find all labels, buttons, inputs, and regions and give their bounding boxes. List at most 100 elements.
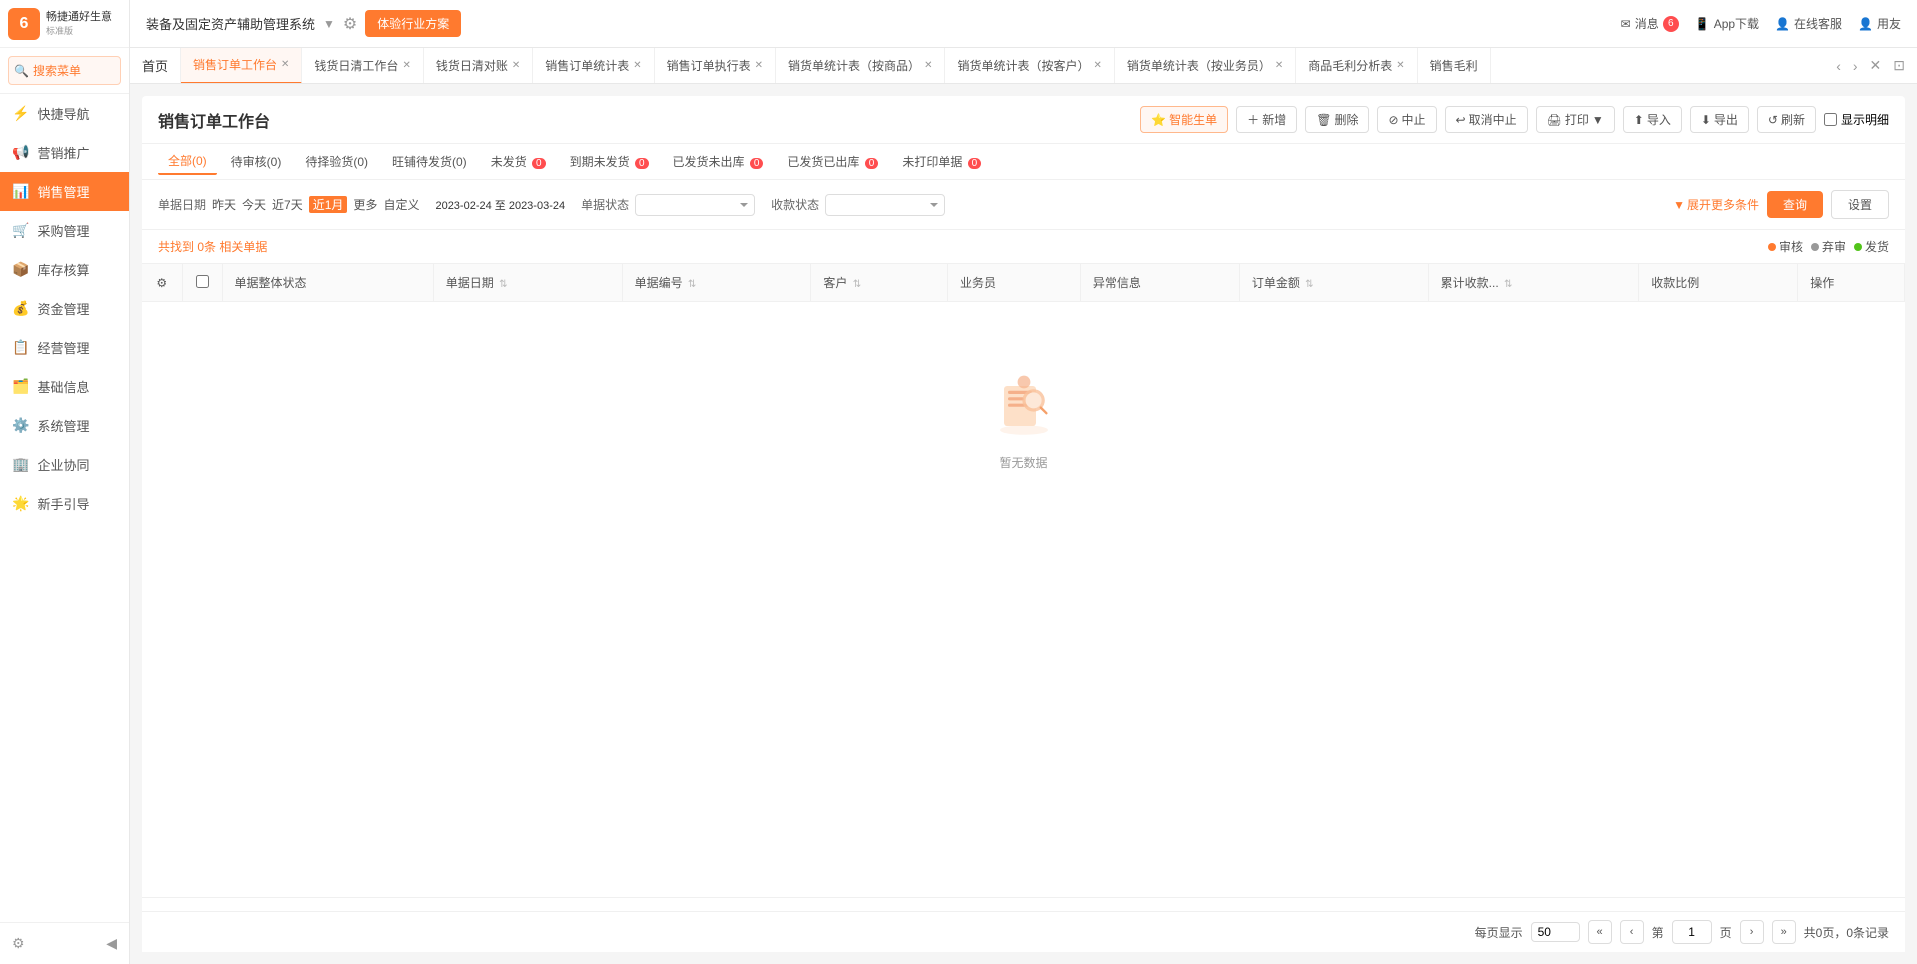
sub-tab-not-printed[interactable]: 未打印单据 0 [892, 149, 991, 174]
show-detail-checkbox[interactable] [1824, 113, 1837, 126]
th-ratio[interactable]: 收款比例 [1639, 264, 1798, 302]
sidebar-collapse-button[interactable]: ◀ [102, 931, 121, 956]
sub-tab-shipped-out[interactable]: 已发货已出库 0 [777, 149, 888, 174]
tab-sales-summary-product[interactable]: 销货单统计表（按商品） ✕ [776, 48, 945, 84]
refresh-button[interactable]: ↺ 刷新 [1757, 106, 1816, 133]
review-button[interactable]: 审核 [1768, 238, 1803, 255]
tab-product-margin-close[interactable]: ✕ [1396, 60, 1404, 71]
ship-button[interactable]: 发货 [1854, 238, 1889, 255]
expand-conditions-button[interactable]: ▼ 展开更多条件 [1673, 196, 1759, 213]
cancel-stop-button[interactable]: ↩ 取消中止 [1445, 106, 1528, 133]
cancel-review-button[interactable]: 弃审 [1811, 238, 1846, 255]
export-button[interactable]: ⬇ 导出 [1690, 106, 1749, 133]
tab-sales-gross[interactable]: 销售毛利 [1418, 48, 1491, 84]
tab-sales-workbench[interactable]: 销售订单工作台 ✕ [181, 48, 302, 84]
import-button[interactable]: ⬆ 导入 [1623, 106, 1682, 133]
last-page-button[interactable]: » [1772, 920, 1796, 944]
sidebar-item-basic-info[interactable]: 🗂️ 基础信息 [0, 367, 129, 406]
sidebar-item-new-guide[interactable]: 🌟 新手引导 [0, 484, 129, 523]
tab-cash-reconcile[interactable]: 钱货日清对账 ✕ [424, 48, 533, 84]
delete-button[interactable]: 🗑 删除 [1305, 106, 1369, 133]
prev-page-button[interactable]: ‹ [1620, 920, 1644, 944]
th-date[interactable]: 单据日期 ⇅ [433, 264, 622, 302]
sub-tab-pending-review[interactable]: 待审核(0) [221, 149, 292, 174]
date-today[interactable]: 今天 [242, 196, 266, 213]
next-page-button[interactable]: › [1740, 920, 1764, 944]
tab-sales-exec[interactable]: 销售订单执行表 ✕ [655, 48, 776, 84]
tab-sales-summary-staff[interactable]: 销货单统计表（按业务员） ✕ [1115, 48, 1296, 84]
tab-sales-summary-customer[interactable]: 销货单统计表（按客户） ✕ [945, 48, 1114, 84]
online-service-button[interactable]: 👤 在线客服 [1775, 15, 1842, 32]
query-button[interactable]: 查询 [1767, 191, 1823, 218]
add-button[interactable]: ＋ 新增 [1236, 106, 1297, 133]
tab-cash-daily[interactable]: 钱货日清工作台 ✕ [302, 48, 423, 84]
th-received[interactable]: 累计收款... ⇅ [1428, 264, 1639, 302]
th-staff[interactable]: 业务员 [948, 264, 1081, 302]
th-status[interactable]: 单据整体状态 [222, 264, 433, 302]
tab-cash-daily-close[interactable]: ✕ [402, 60, 410, 71]
app-download-button[interactable]: 📱 App下载 [1695, 15, 1759, 32]
message-badge: 6 [1663, 16, 1679, 32]
sidebar-item-inventory[interactable]: 📦 库存核算 [0, 250, 129, 289]
th-setting[interactable]: ⚙ [142, 264, 182, 302]
th-exception[interactable]: 异常信息 [1080, 264, 1239, 302]
sub-tab-not-shipped[interactable]: 未发货 0 [481, 149, 556, 174]
horizontal-scrollbar[interactable] [142, 897, 1905, 911]
sidebar-item-finance[interactable]: 💰 资金管理 [0, 289, 129, 328]
page-size-select[interactable]: 10 20 50 100 [1531, 922, 1580, 942]
sub-tab-shipped-not-out[interactable]: 已发货未出库 0 [663, 149, 774, 174]
th-number[interactable]: 单据编号 ⇅ [622, 264, 811, 302]
sidebar-item-sales[interactable]: 📊 销售管理 [0, 172, 129, 211]
tabs-menu-button[interactable]: ⊡ [1889, 55, 1909, 76]
filter-settings-button[interactable]: 设置 [1831, 190, 1889, 219]
date-yesterday[interactable]: 昨天 [212, 196, 236, 213]
tab-sales-workbench-close[interactable]: ✕ [281, 59, 289, 70]
tab-sales-stats[interactable]: 销售订单统计表 ✕ [533, 48, 654, 84]
date-more[interactable]: 更多 [353, 196, 377, 213]
tab-sales-stats-close[interactable]: ✕ [633, 60, 641, 71]
tabs-close-button[interactable]: ✕ [1866, 55, 1886, 76]
tab-sales-summary-customer-close[interactable]: ✕ [1093, 60, 1101, 71]
print-button[interactable]: 🖨 打印 ▼ [1536, 106, 1615, 133]
sidebar-item-quick-nav[interactable]: ⚡ 快捷导航 [0, 94, 129, 133]
date-custom[interactable]: 自定义 [383, 196, 419, 213]
sidebar-item-marketing[interactable]: 📢 营销推广 [0, 133, 129, 172]
th-customer[interactable]: 客户 ⇅ [811, 264, 948, 302]
page-number-input[interactable] [1672, 920, 1712, 944]
th-amount[interactable]: 订单金额 ⇅ [1239, 264, 1428, 302]
message-button[interactable]: ✉ 消息 6 [1621, 15, 1679, 32]
first-page-button[interactable]: « [1588, 920, 1612, 944]
sub-tab-all[interactable]: 全部(0) [158, 148, 217, 175]
th-checkbox[interactable] [182, 264, 222, 302]
smart-generate-button[interactable]: ⭐ 智能生单 [1140, 106, 1228, 133]
show-detail-checkbox-label[interactable]: 显示明细 [1824, 111, 1889, 128]
payment-filter-select[interactable] [825, 194, 945, 216]
tab-sales-summary-staff-close[interactable]: ✕ [1275, 60, 1283, 71]
tab-sales-summary-product-close[interactable]: ✕ [924, 60, 932, 71]
date-1month[interactable]: 近1月 [309, 196, 348, 213]
sub-tab-wangpu-pending[interactable]: 旺铺待发货(0) [382, 149, 477, 174]
sidebar-item-enterprise[interactable]: 🏢 企业协同 [0, 445, 129, 484]
topbar-settings-icon[interactable]: ⚙ [343, 14, 357, 34]
search-menu-button[interactable]: 🔍 搜索菜单 [8, 56, 121, 85]
date-7days[interactable]: 近7天 [272, 196, 303, 213]
topbar-dropdown-icon[interactable]: ▼ [323, 17, 335, 31]
tabs-next-button[interactable]: › [1849, 56, 1862, 76]
sidebar-settings-button[interactable]: ⚙ [8, 931, 29, 956]
stop-button[interactable]: ⊘ 中止 [1377, 106, 1436, 133]
sidebar-item-system[interactable]: ⚙️ 系统管理 [0, 406, 129, 445]
tabs-prev-button[interactable]: ‹ [1832, 56, 1845, 76]
sidebar-item-purchase[interactable]: 🛒 采购管理 [0, 211, 129, 250]
select-all-checkbox[interactable] [196, 275, 209, 288]
tab-sales-exec-close[interactable]: ✕ [755, 60, 763, 71]
tab-product-margin[interactable]: 商品毛利分析表 ✕ [1296, 48, 1417, 84]
tab-cash-reconcile-close[interactable]: ✕ [512, 60, 520, 71]
export-icon: ⬇ [1701, 113, 1711, 127]
user-menu-button[interactable]: 👤 用友 [1858, 15, 1901, 32]
sub-tab-overdue-unshipped[interactable]: 到期未发货 0 [560, 149, 659, 174]
tab-home[interactable]: 首页 [130, 48, 181, 84]
sub-tab-pending-inspection[interactable]: 待择验货(0) [295, 149, 378, 174]
status-filter-select[interactable] [635, 194, 755, 216]
sidebar-item-operations[interactable]: 📋 经营管理 [0, 328, 129, 367]
industry-solution-button[interactable]: 体验行业方案 [365, 10, 461, 37]
